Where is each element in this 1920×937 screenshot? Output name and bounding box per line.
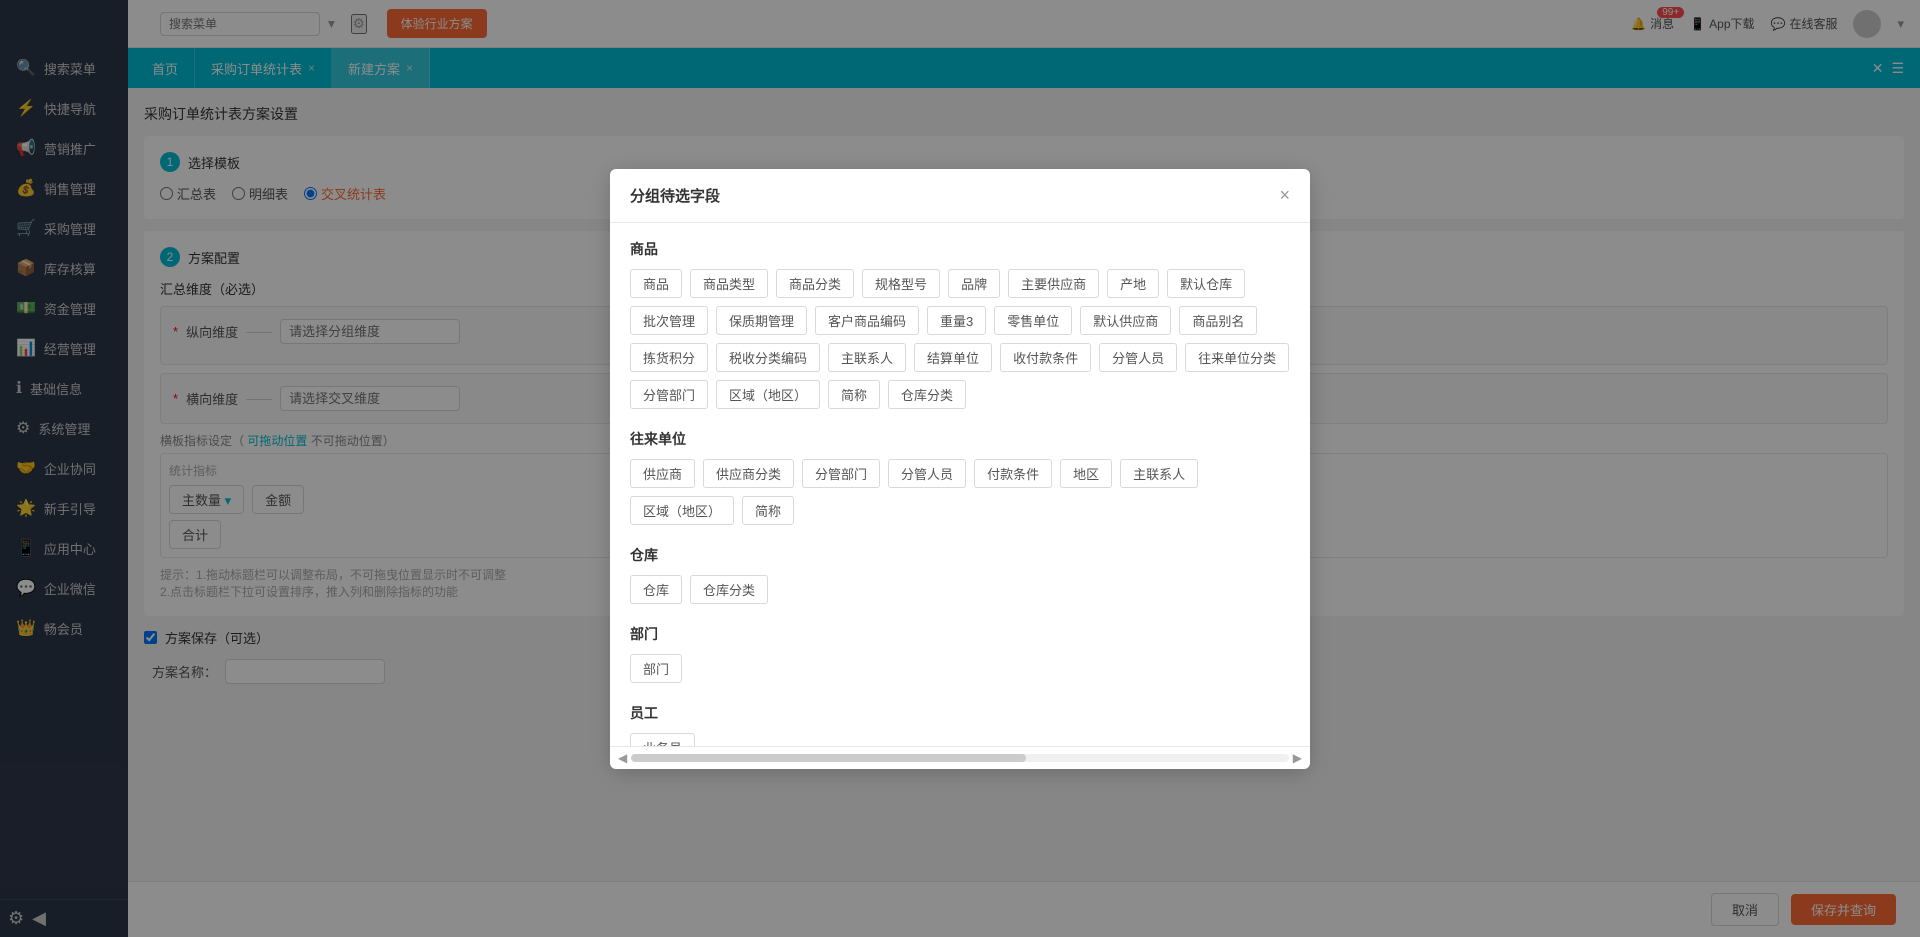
modal-body: 商品商品商品类型商品分类规格型号品牌主要供应商产地默认仓库批次管理保质期管理客户… (610, 223, 1310, 746)
field-tag-0-23[interactable]: 区域（地区） (716, 380, 820, 409)
modal-section-title-2: 仓库 (630, 545, 1290, 565)
field-tag-0-25[interactable]: 仓库分类 (888, 380, 966, 409)
field-tag-0-3[interactable]: 规格型号 (862, 269, 940, 298)
field-tag-0-7[interactable]: 默认仓库 (1167, 269, 1245, 298)
field-tag-0-2[interactable]: 商品分类 (776, 269, 854, 298)
modal-section-title-4: 员工 (630, 703, 1290, 723)
field-tag-1-2[interactable]: 分管部门 (802, 459, 880, 488)
modal-section-2: 仓库仓库仓库分类 (630, 545, 1290, 604)
modal-title: 分组待选字段 (630, 185, 720, 206)
field-tag-1-8[interactable]: 简称 (742, 496, 794, 525)
field-tag-1-5[interactable]: 地区 (1060, 459, 1112, 488)
field-tag-1-4[interactable]: 付款条件 (974, 459, 1052, 488)
field-tag-1-3[interactable]: 分管人员 (888, 459, 966, 488)
field-tag-0-12[interactable]: 零售单位 (994, 306, 1072, 335)
modal-section-tags-0: 商品商品类型商品分类规格型号品牌主要供应商产地默认仓库批次管理保质期管理客户商品… (630, 269, 1290, 409)
field-tag-0-0[interactable]: 商品 (630, 269, 682, 298)
field-tag-0-10[interactable]: 客户商品编码 (815, 306, 919, 335)
field-tag-0-20[interactable]: 分管人员 (1099, 343, 1177, 372)
field-tag-0-21[interactable]: 往来单位分类 (1185, 343, 1289, 372)
field-tag-0-17[interactable]: 主联系人 (828, 343, 906, 372)
modal-section-tags-4: 业务员 (630, 733, 1290, 746)
field-tag-3-0[interactable]: 部门 (630, 654, 682, 683)
field-tag-0-18[interactable]: 结算单位 (914, 343, 992, 372)
field-tag-0-22[interactable]: 分管部门 (630, 380, 708, 409)
field-tag-0-11[interactable]: 重量3 (927, 306, 986, 335)
modal-dialog: 分组待选字段 × 商品商品商品类型商品分类规格型号品牌主要供应商产地默认仓库批次… (610, 169, 1310, 769)
field-tag-0-1[interactable]: 商品类型 (690, 269, 768, 298)
scrollbar-thumb (631, 754, 1026, 762)
modal-section-title-3: 部门 (630, 624, 1290, 644)
field-tag-0-16[interactable]: 税收分类编码 (716, 343, 820, 372)
modal-section-4: 员工业务员 (630, 703, 1290, 746)
field-tag-0-9[interactable]: 保质期管理 (716, 306, 807, 335)
modal-close-btn[interactable]: × (1279, 185, 1290, 206)
field-tag-1-0[interactable]: 供应商 (630, 459, 695, 488)
modal-section-tags-2: 仓库仓库分类 (630, 575, 1290, 604)
field-tag-4-0[interactable]: 业务员 (630, 733, 695, 746)
field-tag-2-0[interactable]: 仓库 (630, 575, 682, 604)
modal-section-1: 往来单位供应商供应商分类分管部门分管人员付款条件地区主联系人区域（地区） 简称 (630, 429, 1290, 525)
field-tag-0-6[interactable]: 产地 (1107, 269, 1159, 298)
field-tag-0-19[interactable]: 收付款条件 (1000, 343, 1091, 372)
field-tag-0-24[interactable]: 简称 (828, 380, 880, 409)
field-tag-0-4[interactable]: 品牌 (948, 269, 1000, 298)
modal-section-0: 商品商品商品类型商品分类规格型号品牌主要供应商产地默认仓库批次管理保质期管理客户… (630, 239, 1290, 409)
horizontal-scrollbar[interactable] (631, 754, 1289, 762)
field-tag-0-15[interactable]: 拣货积分 (630, 343, 708, 372)
field-tag-0-8[interactable]: 批次管理 (630, 306, 708, 335)
field-tag-0-14[interactable]: 商品别名 (1179, 306, 1257, 335)
field-tag-0-5[interactable]: 主要供应商 (1008, 269, 1099, 298)
modal-section-title-1: 往来单位 (630, 429, 1290, 449)
modal-section-tags-1: 供应商供应商分类分管部门分管人员付款条件地区主联系人区域（地区） 简称 (630, 459, 1290, 525)
field-tag-1-1[interactable]: 供应商分类 (703, 459, 794, 488)
field-tag-0-13[interactable]: 默认供应商 (1080, 306, 1171, 335)
modal-section-tags-3: 部门 (630, 654, 1290, 683)
field-tag-1-6[interactable]: 主联系人 (1120, 459, 1198, 488)
modal-section-title-0: 商品 (630, 239, 1290, 259)
modal-overlay[interactable]: 分组待选字段 × 商品商品商品类型商品分类规格型号品牌主要供应商产地默认仓库批次… (0, 0, 1920, 937)
field-tag-1-7[interactable]: 区域（地区） (630, 496, 734, 525)
field-tag-2-1[interactable]: 仓库分类 (690, 575, 768, 604)
modal-scrollbar-area: ◀ ▶ (610, 746, 1310, 769)
modal-section-3: 部门部门 (630, 624, 1290, 683)
modal-header: 分组待选字段 × (610, 169, 1310, 223)
